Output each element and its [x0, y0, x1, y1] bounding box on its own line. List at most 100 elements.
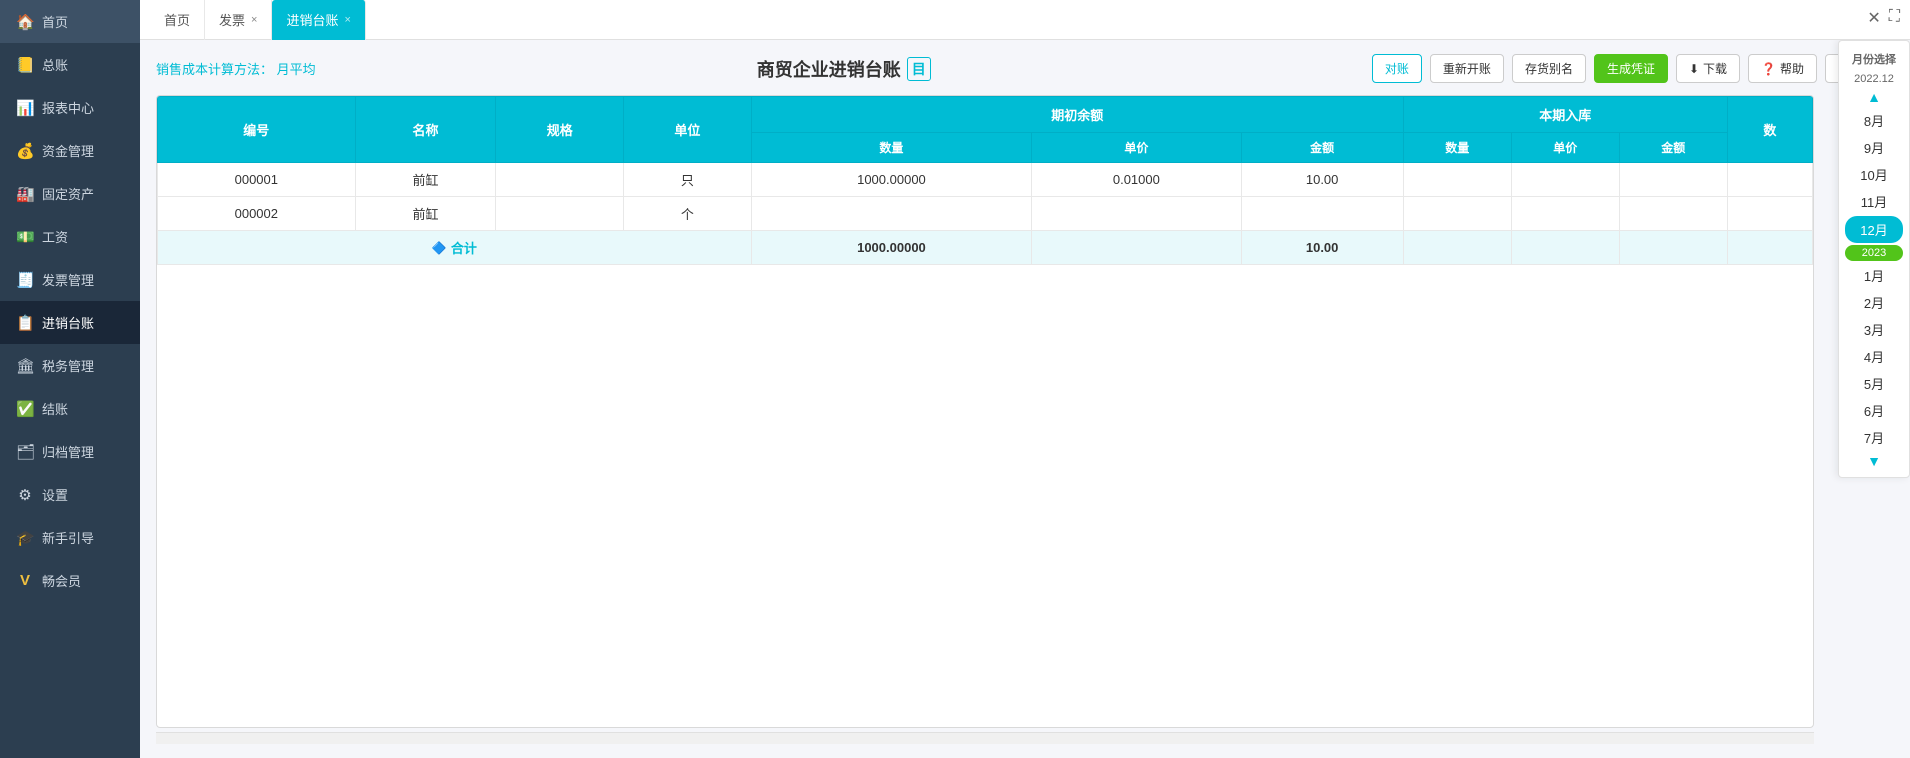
- help-button[interactable]: ❓ 帮助: [1748, 54, 1817, 83]
- cell-in-qty: [1403, 163, 1511, 197]
- sidebar-item-guide[interactable]: 🎓 新手引导: [0, 516, 140, 559]
- generate-voucher-button[interactable]: 生成凭证: [1594, 54, 1668, 83]
- cell-extra: [1727, 163, 1812, 197]
- sidebar-item-tax[interactable]: 🏛 税务管理: [0, 344, 140, 387]
- cell-in-qty: [1403, 197, 1511, 231]
- sidebar-item-label: 资金管理: [42, 141, 94, 160]
- table-row[interactable]: 000001 前缸 只 1000.00000 0.01000 10.00: [158, 163, 1813, 197]
- month-item-5[interactable]: 5月: [1839, 370, 1909, 397]
- cell-in-price: [1511, 163, 1619, 197]
- month-item-6[interactable]: 6月: [1839, 397, 1909, 424]
- col-spec: 规格: [496, 97, 624, 163]
- maximize-button[interactable]: ⛶: [1889, 8, 1900, 28]
- main-area: ✕ ⛶ 首页 发票 × 进销台账 × 销售成本计算方法： 月平均 商贸企业进销台…: [140, 0, 1910, 758]
- cost-method: 销售成本计算方法： 月平均: [156, 59, 316, 78]
- month-item-2[interactable]: 2月: [1839, 289, 1909, 316]
- cell-name: 前缸: [355, 197, 496, 231]
- cell-in-amount: [1619, 163, 1727, 197]
- data-table-wrapper[interactable]: 编号 名称 规格 单位 期初余额 本期入库 数 数量 单价 金额 数量 单价: [156, 95, 1814, 728]
- save-alias-button[interactable]: 存货别名: [1512, 54, 1586, 83]
- total-in-amount: [1619, 231, 1727, 265]
- page-title: 商贸企业进销台账 目: [757, 56, 931, 82]
- month-item-11[interactable]: 11月: [1839, 188, 1909, 215]
- total-icon: 🔷: [432, 241, 447, 255]
- sidebar-item-invoice-mgmt[interactable]: 🧾 发票管理: [0, 258, 140, 301]
- total-label-text: 合计: [451, 238, 477, 257]
- sidebar-item-label: 归档管理: [42, 442, 94, 461]
- horizontal-scrollbar[interactable]: [156, 732, 1814, 744]
- col-name: 名称: [355, 97, 496, 163]
- total-in-qty: [1403, 231, 1511, 265]
- download-button[interactable]: ⬇ 下载: [1676, 54, 1740, 83]
- total-opening-amount: 10.00: [1241, 231, 1403, 265]
- col-group-opening: 期初余额: [751, 97, 1403, 133]
- cost-method-label: 销售成本计算方法：: [156, 62, 273, 77]
- month-item-8[interactable]: 8月: [1839, 107, 1909, 134]
- total-in-price: [1511, 231, 1619, 265]
- month-year-2022: 2022.12: [1854, 71, 1894, 87]
- cell-opening-price: [1032, 197, 1241, 231]
- month-item-1[interactable]: 1月: [1839, 262, 1909, 289]
- cell-spec: [496, 163, 624, 197]
- sidebar-item-purchase-sale[interactable]: 📋 进销台账: [0, 301, 140, 344]
- month-next-button[interactable]: ▼: [1867, 451, 1881, 471]
- invoice-mgmt-icon: 🧾: [16, 271, 34, 289]
- tab-purchase-sale[interactable]: 进销台账 ×: [272, 0, 365, 40]
- table-group-header-row: 编号 名称 规格 单位 期初余额 本期入库 数: [158, 97, 1813, 133]
- cell-spec: [496, 197, 624, 231]
- sidebar-item-label: 固定资产: [42, 184, 94, 203]
- asset-icon: 🏭: [16, 185, 34, 203]
- vip-icon: V: [16, 572, 34, 589]
- sidebar-item-fund[interactable]: 💰 资金管理: [0, 129, 140, 172]
- tab-invoice-close[interactable]: ×: [251, 14, 257, 26]
- total-opening-price: [1032, 231, 1241, 265]
- sidebar-item-label: 进销台账: [42, 313, 94, 332]
- total-label-cell: 🔷 合计: [158, 231, 752, 265]
- tab-invoice-label: 发票: [219, 10, 245, 29]
- tab-purchase-sale-close[interactable]: ×: [344, 14, 350, 26]
- cell-opening-qty: 1000.00000: [751, 163, 1031, 197]
- sidebar-item-salary[interactable]: 💵 工资: [0, 215, 140, 258]
- data-table: 编号 名称 规格 单位 期初余额 本期入库 数 数量 单价 金额 数量 单价: [157, 96, 1813, 265]
- help-icon: ❓: [1761, 62, 1776, 76]
- cell-code: 000002: [158, 197, 356, 231]
- sidebar-item-asset[interactable]: 🏭 固定资产: [0, 172, 140, 215]
- tab-bar: 首页 发票 × 进销台账 ×: [140, 0, 1910, 40]
- sidebar-item-vip[interactable]: V 畅会员: [0, 559, 140, 602]
- cell-in-price: [1511, 197, 1619, 231]
- close-button[interactable]: ✕: [1867, 8, 1880, 28]
- reconcile-button[interactable]: 对账: [1372, 54, 1422, 83]
- sidebar-item-report[interactable]: 📊 报表中心: [0, 86, 140, 129]
- sidebar-item-ledger[interactable]: 📒 总账: [0, 43, 140, 86]
- month-item-12[interactable]: 12月: [1845, 216, 1903, 243]
- cell-opening-amount: 10.00: [1241, 163, 1403, 197]
- cell-name: 前缸: [355, 163, 496, 197]
- col-group-inbound: 本期入库: [1403, 97, 1727, 133]
- total-opening-qty: 1000.00000: [751, 231, 1031, 265]
- archive-icon: 🗂: [16, 443, 34, 461]
- cell-unit: 只: [624, 163, 752, 197]
- window-controls: ✕ ⛶: [1867, 8, 1900, 28]
- col-opening-amount: 金额: [1241, 133, 1403, 163]
- month-item-3[interactable]: 3月: [1839, 316, 1909, 343]
- month-prev-button[interactable]: ▲: [1867, 87, 1881, 107]
- sidebar-item-home[interactable]: 🏠 首页: [0, 0, 140, 43]
- reopen-button[interactable]: 重新开账: [1430, 54, 1504, 83]
- table-row[interactable]: 000002 前缸 个: [158, 197, 1813, 231]
- sidebar-item-settings[interactable]: ⚙ 设置: [0, 473, 140, 516]
- checkout-icon: ✅: [16, 400, 34, 418]
- month-item-10[interactable]: 10月: [1839, 161, 1909, 188]
- page-title-icon: 目: [907, 57, 931, 81]
- tab-home[interactable]: 首页: [150, 0, 205, 40]
- fund-icon: 💰: [16, 142, 34, 160]
- sidebar-item-checkout[interactable]: ✅ 结账: [0, 387, 140, 430]
- month-item-7[interactable]: 7月: [1839, 424, 1909, 451]
- month-item-9[interactable]: 9月: [1839, 134, 1909, 161]
- sidebar-item-archive[interactable]: 🗂 归档管理: [0, 430, 140, 473]
- sidebar: 🏠 首页 📒 总账 📊 报表中心 💰 资金管理 🏭 固定资产 💵 工资 🧾 发票…: [0, 0, 140, 758]
- col-in-qty: 数量: [1403, 133, 1511, 163]
- page-title-text: 商贸企业进销台账: [757, 56, 901, 82]
- tab-invoice[interactable]: 发票 ×: [205, 0, 272, 40]
- month-item-4[interactable]: 4月: [1839, 343, 1909, 370]
- cell-opening-amount: [1241, 197, 1403, 231]
